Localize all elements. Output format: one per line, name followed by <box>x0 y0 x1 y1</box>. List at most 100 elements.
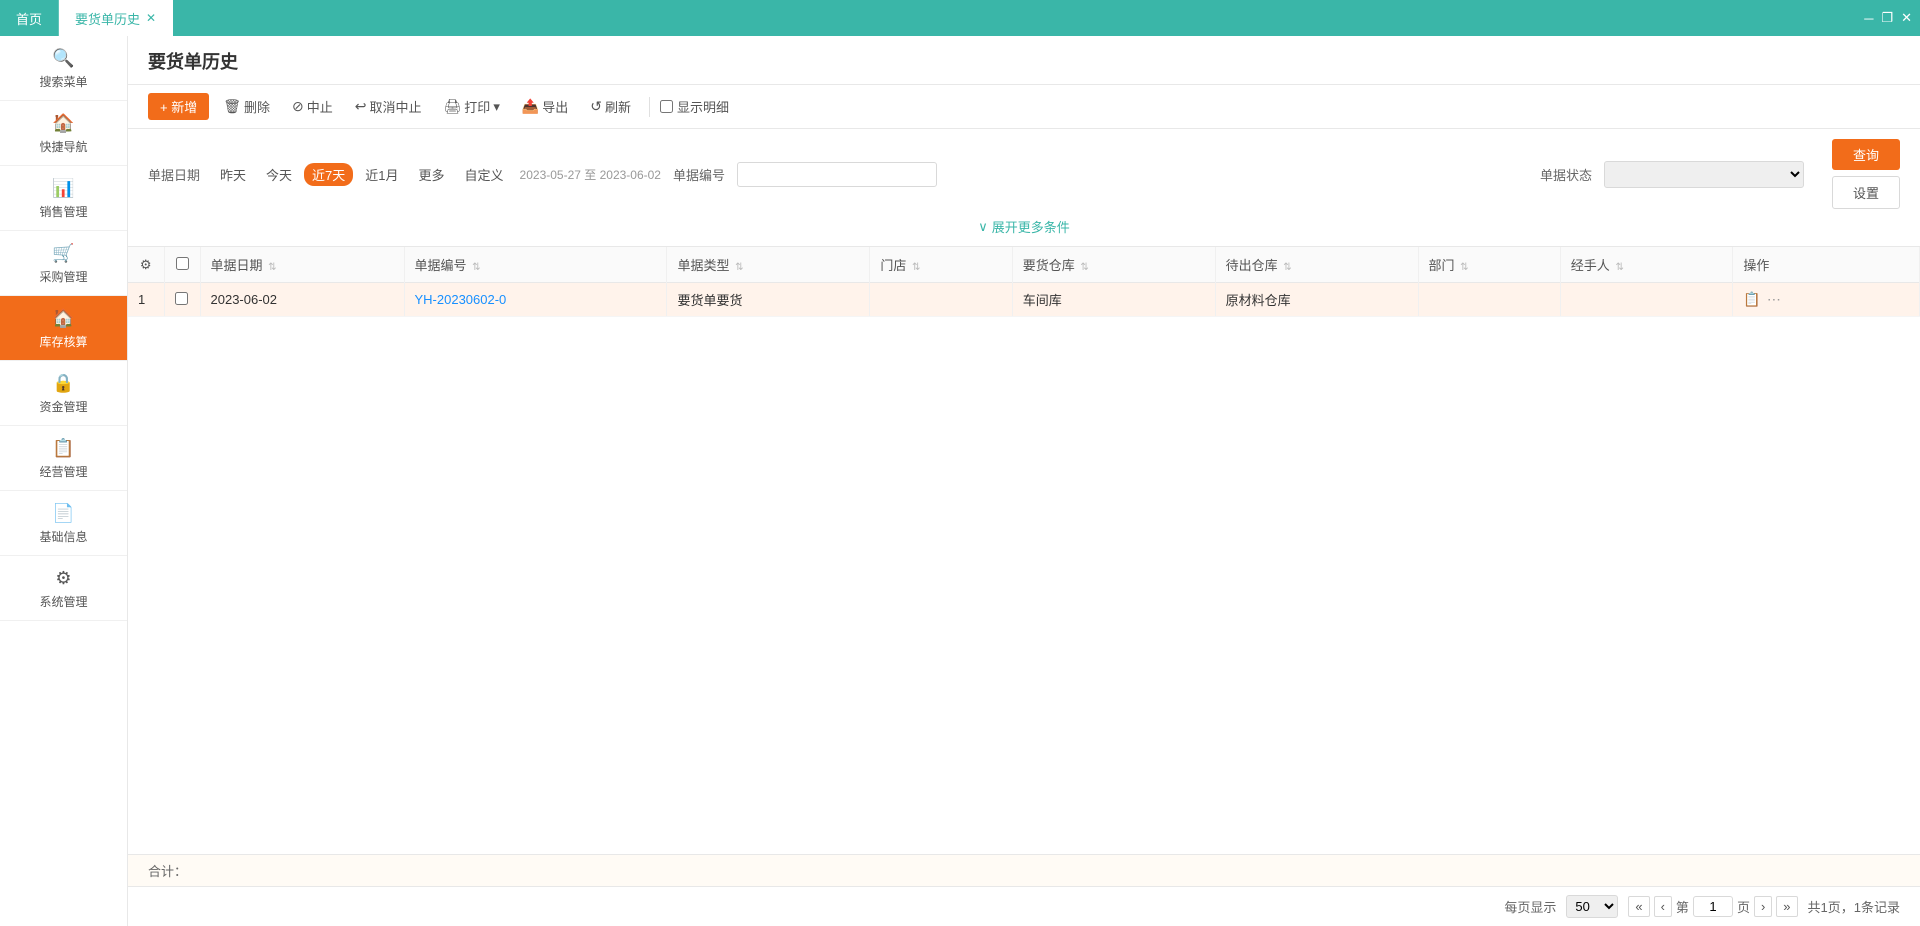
content-area: 要货单历史 + 新增 🗑 删除 ⊘ 中止 ↩ 取消中止 🖨 打印 ▾ <box>128 36 1920 926</box>
first-page-btn[interactable]: « <box>1628 896 1649 917</box>
date-option-custom[interactable]: 自定义 <box>457 163 512 186</box>
tab-home[interactable]: 首页 <box>0 0 59 36</box>
th-req-warehouse: 要货仓库 ⇅ <box>1012 247 1215 283</box>
date-option-yesterday[interactable]: 昨天 <box>212 163 254 186</box>
th-order-type-label: 单据类型 <box>677 258 729 273</box>
th-store-sort-icon[interactable]: ⇅ <box>912 262 920 273</box>
per-page-select[interactable]: 50 100 <box>1566 895 1618 918</box>
refresh-button[interactable]: ↺ 刷新 <box>582 93 639 120</box>
settings-icon[interactable]: ⚙ <box>140 257 152 272</box>
tab-close-icon[interactable]: ✕ <box>146 11 156 25</box>
sidebar-item-operations[interactable]: 📋 经营管理 <box>0 426 127 491</box>
status-select[interactable] <box>1604 161 1804 188</box>
sidebar-item-purchase-label: 采购管理 <box>39 268 87 285</box>
sidebar-item-inventory[interactable]: 🏠 库存核算 <box>0 296 127 361</box>
row-order-type: 要货单要货 <box>667 283 870 317</box>
date-options: 昨天 今天 近7天 近1月 更多 自定义 2023-05-27 至 2023-0… <box>212 163 661 186</box>
refresh-button-label: 刷新 <box>605 97 631 116</box>
add-button[interactable]: + 新增 <box>148 93 209 120</box>
operations-icon: 📋 <box>52 438 74 459</box>
system-icon: ⚙ <box>55 568 71 589</box>
th-handler-label: 经手人 <box>1571 258 1610 273</box>
display-detail-label: 显示明细 <box>677 97 729 116</box>
query-button[interactable]: 查询 <box>1832 139 1900 170</box>
row-date: 2023-06-02 <box>200 283 404 317</box>
th-order-type-sort-icon[interactable]: ⇅ <box>735 262 743 273</box>
purchase-icon: 🛒 <box>52 243 74 264</box>
th-date-sort-icon[interactable]: ⇅ <box>268 262 276 273</box>
top-bar: 首页 要货单历史 ✕ ─ ❐ ✕ <box>0 0 1920 36</box>
date-option-more[interactable]: 更多 <box>411 163 453 186</box>
th-handler-sort-icon[interactable]: ⇅ <box>1615 262 1623 273</box>
order-no-input[interactable] <box>737 162 937 187</box>
sidebar-item-quick-nav[interactable]: 🏠 快捷导航 <box>0 101 127 166</box>
tab-home-label: 首页 <box>16 9 42 28</box>
stop-button[interactable]: ⊘ 中止 <box>284 93 341 120</box>
row-select-checkbox[interactable] <box>175 292 188 305</box>
settings-button[interactable]: 设置 <box>1832 176 1900 209</box>
sidebar-item-search-menu[interactable]: 🔍 搜索菜单 <box>0 36 127 101</box>
th-req-warehouse-sort-icon[interactable]: ⇅ <box>1080 262 1088 273</box>
th-dept-sort-icon[interactable]: ⇅ <box>1460 262 1468 273</box>
sidebar-item-purchase[interactable]: 🛒 采购管理 <box>0 231 127 296</box>
date-option-today[interactable]: 今天 <box>258 163 300 186</box>
per-page-label: 每页显示 <box>1504 897 1556 916</box>
th-out-warehouse-sort-icon[interactable]: ⇅ <box>1283 262 1291 273</box>
sidebar-item-inventory-label: 库存核算 <box>39 333 87 350</box>
th-order-no: 单据编号 ⇅ <box>404 247 667 283</box>
export-button-label: 导出 <box>542 97 568 116</box>
minimize-btn[interactable]: ─ <box>1864 11 1873 26</box>
sidebar-item-sales[interactable]: 📊 销售管理 <box>0 166 127 231</box>
sidebar-item-sales-label: 销售管理 <box>39 203 87 220</box>
expand-more-icon: ∨ <box>978 219 988 235</box>
cancel-stop-button[interactable]: ↩ 取消中止 <box>347 93 430 120</box>
th-order-no-label: 单据编号 <box>415 258 467 273</box>
prev-page-btn[interactable]: ‹ <box>1654 896 1672 917</box>
th-out-warehouse-label: 待出仓库 <box>1226 258 1278 273</box>
main-layout: 🔍 搜索菜单 🏠 快捷导航 📊 销售管理 🛒 采购管理 🏠 库存核算 🔒 资金管… <box>0 36 1920 926</box>
th-order-no-sort-icon[interactable]: ⇅ <box>472 262 480 273</box>
sidebar-item-search-menu-label: 搜索菜单 <box>39 73 87 90</box>
restore-btn[interactable]: ❐ <box>1881 10 1893 26</box>
stop-button-label: 中止 <box>307 97 333 116</box>
date-option-7days[interactable]: 近7天 <box>304 163 353 186</box>
quick-nav-icon: 🏠 <box>52 113 74 134</box>
order-no-label: 单据编号 <box>673 165 725 184</box>
page-title: 要货单历史 <box>148 48 1900 74</box>
delete-icon: 🗑 <box>223 98 241 115</box>
filter-buttons: 查询 设置 <box>1832 139 1900 209</box>
row-order-no-link[interactable]: YH-20230602-0 <box>415 292 507 307</box>
th-dept: 部门 ⇅ <box>1418 247 1560 283</box>
page-label-before: 第 <box>1676 897 1689 916</box>
th-store: 门店 ⇅ <box>870 247 1012 283</box>
sidebar-item-finance[interactable]: 🔒 资金管理 <box>0 361 127 426</box>
last-page-btn[interactable]: » <box>1776 896 1797 917</box>
sidebar-item-basic-info[interactable]: 📄 基础信息 <box>0 491 127 556</box>
delete-button[interactable]: 🗑 删除 <box>215 93 278 120</box>
select-all-checkbox[interactable] <box>176 257 189 270</box>
toolbar: + 新增 🗑 删除 ⊘ 中止 ↩ 取消中止 🖨 打印 ▾ 📤 导出 <box>128 85 1920 129</box>
export-button[interactable]: 📤 导出 <box>514 93 576 120</box>
display-detail-checkbox[interactable] <box>660 100 673 113</box>
th-date-label: 单据日期 <box>211 258 263 273</box>
status-label: 单据状态 <box>1540 165 1592 184</box>
page-input[interactable] <box>1693 896 1733 917</box>
th-req-warehouse-label: 要货仓库 <box>1023 258 1075 273</box>
tab-order-history[interactable]: 要货单历史 ✕ <box>59 0 173 36</box>
row-more-icon[interactable]: ⋯ <box>1767 291 1781 308</box>
pagination-bar: 每页显示 50 100 « ‹ 第 页 › » 共1页，1条记录 <box>128 886 1920 926</box>
th-date: 单据日期 ⇅ <box>200 247 404 283</box>
row-order-no: YH-20230602-0 <box>404 283 667 317</box>
expand-more[interactable]: ∨ 展开更多条件 <box>148 217 1900 236</box>
pagination-info: 共1页，1条记录 <box>1808 897 1900 916</box>
row-edit-icon[interactable]: 📋 <box>1743 291 1760 308</box>
close-btn[interactable]: ✕ <box>1901 10 1912 26</box>
next-page-btn[interactable]: › <box>1754 896 1772 917</box>
date-option-1month[interactable]: 近1月 <box>357 163 406 186</box>
print-button[interactable]: 🖨 打印 ▾ <box>436 93 508 120</box>
th-store-label: 门店 <box>880 258 906 273</box>
display-toggle[interactable]: 显示明细 <box>660 97 729 116</box>
sidebar-item-system[interactable]: ⚙ 系统管理 <box>0 556 127 621</box>
row-checkbox <box>164 283 200 317</box>
sidebar-item-basic-info-label: 基础信息 <box>39 528 87 545</box>
